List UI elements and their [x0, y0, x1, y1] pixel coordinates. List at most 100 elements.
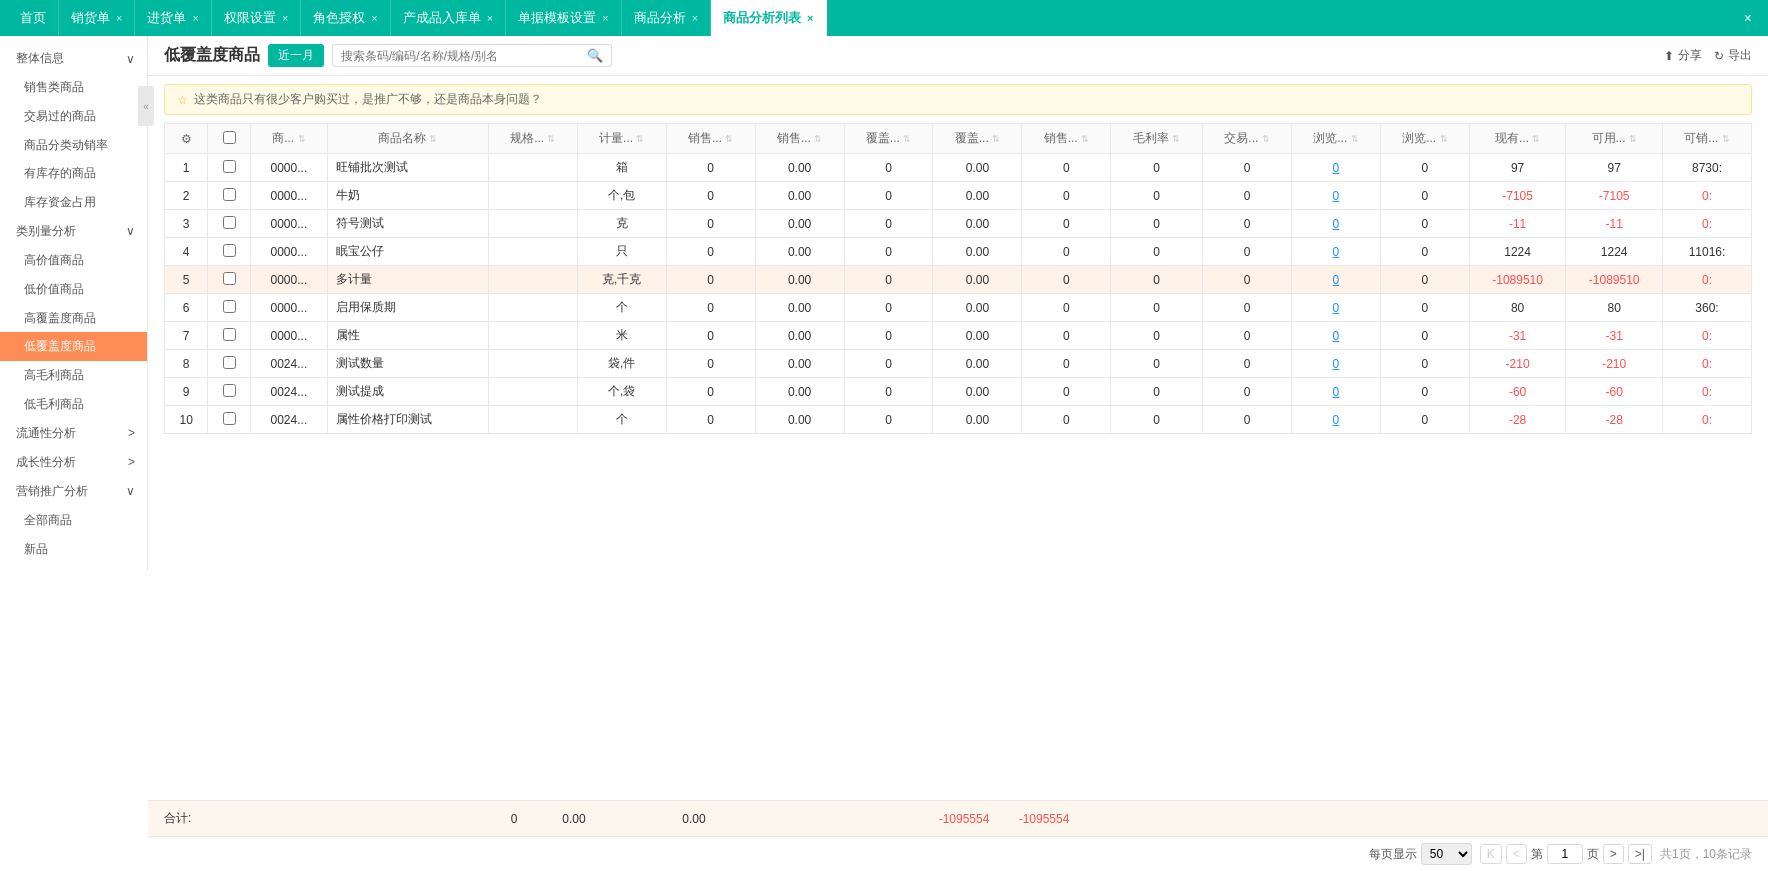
page-size-select[interactable]: 50 10 20 100 [1421, 843, 1472, 865]
row-unit: 克 [577, 210, 666, 238]
row-checkbox[interactable] [208, 406, 251, 434]
sidebar-item-stocked[interactable]: 有库存的商品 [0, 159, 147, 188]
row-browse1[interactable]: 0 [1291, 210, 1380, 238]
close-roles-icon[interactable]: × [371, 12, 377, 24]
sidebar-item-capital-usage[interactable]: 库存资金占用 [0, 188, 147, 217]
row-checkbox[interactable] [208, 154, 251, 182]
search-input[interactable] [341, 49, 587, 63]
next-page-button[interactable]: > [1603, 844, 1624, 864]
row-browse1[interactable]: 0 [1291, 294, 1380, 322]
page-size-label: 每页显示 [1369, 846, 1417, 863]
row-coverage-rate: 0.00 [933, 210, 1022, 238]
row-current-stock: -11 [1469, 210, 1566, 238]
row-transaction: 0 [1203, 210, 1292, 238]
row-coverage-rate: 0.00 [933, 322, 1022, 350]
row-checkbox[interactable] [208, 210, 251, 238]
sidebar-item-high-value[interactable]: 高价值商品 [0, 246, 147, 275]
export-button[interactable]: ↻ 导出 [1714, 47, 1752, 64]
row-browse1[interactable]: 0 [1291, 322, 1380, 350]
sidebar-section-category-arrow: ∨ [126, 224, 135, 238]
sidebar-section-marketing-label: 营销推广分析 [16, 483, 88, 500]
row-available-stock: -31 [1566, 322, 1663, 350]
sidebar-section-overall[interactable]: 整体信息 ∨ [0, 44, 147, 73]
sidebar-item-low-value[interactable]: 低价值商品 [0, 275, 147, 304]
row-transaction: 0 [1203, 378, 1292, 406]
sort-available-stock-icon: ⇅ [1629, 134, 1637, 144]
tab-permissions[interactable]: 权限设置 × [212, 0, 301, 36]
tab-home[interactable]: 首页 [8, 0, 59, 36]
table-row: 10 0024... 属性价格打印测试 个 0 0.00 0 0.00 0 0 … [165, 406, 1752, 434]
sidebar-item-category-rate[interactable]: 商品分类动销率 [0, 131, 147, 160]
col-coverage-rate: 覆盖... ⇅ [933, 124, 1022, 154]
col-unit: 计量... ⇅ [577, 124, 666, 154]
close-all-tabs-icon[interactable]: × [1736, 10, 1760, 26]
first-page-button[interactable]: K [1480, 844, 1502, 864]
row-browse1[interactable]: 0 [1291, 350, 1380, 378]
select-all-checkbox[interactable] [223, 131, 236, 144]
row-transaction: 0 [1203, 350, 1292, 378]
close-analysis-list-icon[interactable]: × [807, 12, 813, 24]
sidebar-section-growth-arrow: > [128, 455, 135, 469]
sort-sellable-icon: ⇅ [1722, 134, 1730, 144]
row-no: 8 [165, 350, 208, 378]
close-products-icon[interactable]: × [487, 12, 493, 24]
row-browse1[interactable]: 0 [1291, 406, 1380, 434]
row-checkbox[interactable] [208, 294, 251, 322]
content-header: 低覆盖度商品 近一月 🔍 ⬆ 分享 ↻ 导出 [148, 36, 1768, 76]
sidebar-item-all-goods[interactable]: 全部商品 [0, 506, 147, 535]
row-checkbox[interactable] [208, 322, 251, 350]
prev-page-button[interactable]: < [1506, 844, 1527, 864]
sidebar-section-growth-label: 成长性分析 [16, 454, 76, 471]
row-checkbox[interactable] [208, 378, 251, 406]
row-checkbox[interactable] [208, 238, 251, 266]
row-sellable: 0: [1662, 266, 1751, 294]
row-browse1[interactable]: 0 [1291, 378, 1380, 406]
row-browse1[interactable]: 0 [1291, 238, 1380, 266]
row-gross-rate: 0 [1111, 182, 1203, 210]
sidebar-item-low-profit[interactable]: 低毛利商品 [0, 390, 147, 419]
tab-sales[interactable]: 销货单 × [59, 0, 135, 36]
close-sales-icon[interactable]: × [116, 12, 122, 24]
sidebar-item-high-profit[interactable]: 高毛利商品 [0, 361, 147, 390]
col-settings[interactable]: ⚙ [165, 124, 208, 154]
sidebar-item-traded-goods[interactable]: 交易过的商品 [0, 102, 147, 131]
row-checkbox[interactable] [208, 350, 251, 378]
settings-icon[interactable]: ⚙ [181, 132, 192, 146]
sidebar-section-flow[interactable]: 流通性分析 > [0, 419, 147, 448]
sidebar-section-growth[interactable]: 成长性分析 > [0, 448, 147, 477]
period-button[interactable]: 近一月 [268, 44, 324, 67]
close-purchase-icon[interactable]: × [192, 12, 198, 24]
row-coverage-rate: 0.00 [933, 266, 1022, 294]
table-footer: 合计: 0 0.00 0.00 -1095554 -1095554 [148, 800, 1768, 836]
tab-templates[interactable]: 单据模板设置 × [506, 0, 621, 36]
close-analysis-icon[interactable]: × [692, 12, 698, 24]
sidebar-item-new-goods[interactable]: 新品 [0, 535, 147, 564]
row-browse1[interactable]: 0 [1291, 154, 1380, 182]
row-checkbox[interactable] [208, 266, 251, 294]
row-coverage-count: 0 [844, 182, 933, 210]
tab-roles[interactable]: 角色授权 × [301, 0, 390, 36]
sidebar-item-low-coverage[interactable]: 低覆盖度商品 [0, 332, 147, 361]
sidebar-collapse-button[interactable]: « [138, 86, 154, 126]
row-checkbox[interactable] [208, 182, 251, 210]
tab-products[interactable]: 产成品入库单 × [391, 0, 506, 36]
sidebar-item-high-coverage[interactable]: 高覆盖度商品 [0, 304, 147, 333]
sidebar-item-sales-goods[interactable]: 销售类商品 [0, 73, 147, 102]
share-button[interactable]: ⬆ 分享 [1664, 47, 1702, 64]
close-permissions-icon[interactable]: × [282, 12, 288, 24]
search-box: 🔍 [332, 44, 612, 67]
sidebar-section-category[interactable]: 类别量分析 ∨ [0, 217, 147, 246]
col-coverage-count: 覆盖... ⇅ [844, 124, 933, 154]
row-browse1[interactable]: 0 [1291, 182, 1380, 210]
tab-analysis-list[interactable]: 商品分析列表 × [711, 0, 826, 36]
page-number-input[interactable] [1547, 844, 1583, 864]
tab-analysis[interactable]: 商品分析 × [622, 0, 711, 36]
table-wrapper: ⚙ 商... ⇅ 商品名称 ⇅ 规格... ⇅ 计量... ⇅ 销售... ⇅ … [148, 123, 1768, 800]
close-templates-icon[interactable]: × [602, 12, 608, 24]
last-page-button[interactable]: >| [1628, 844, 1652, 864]
tab-roles-label: 角色授权 [313, 9, 365, 27]
sidebar-section-marketing[interactable]: 营销推广分析 ∨ [0, 477, 147, 506]
row-browse1[interactable]: 0 [1291, 266, 1380, 294]
tab-purchase[interactable]: 进货单 × [135, 0, 211, 36]
row-name: 测试数量 [327, 350, 488, 378]
